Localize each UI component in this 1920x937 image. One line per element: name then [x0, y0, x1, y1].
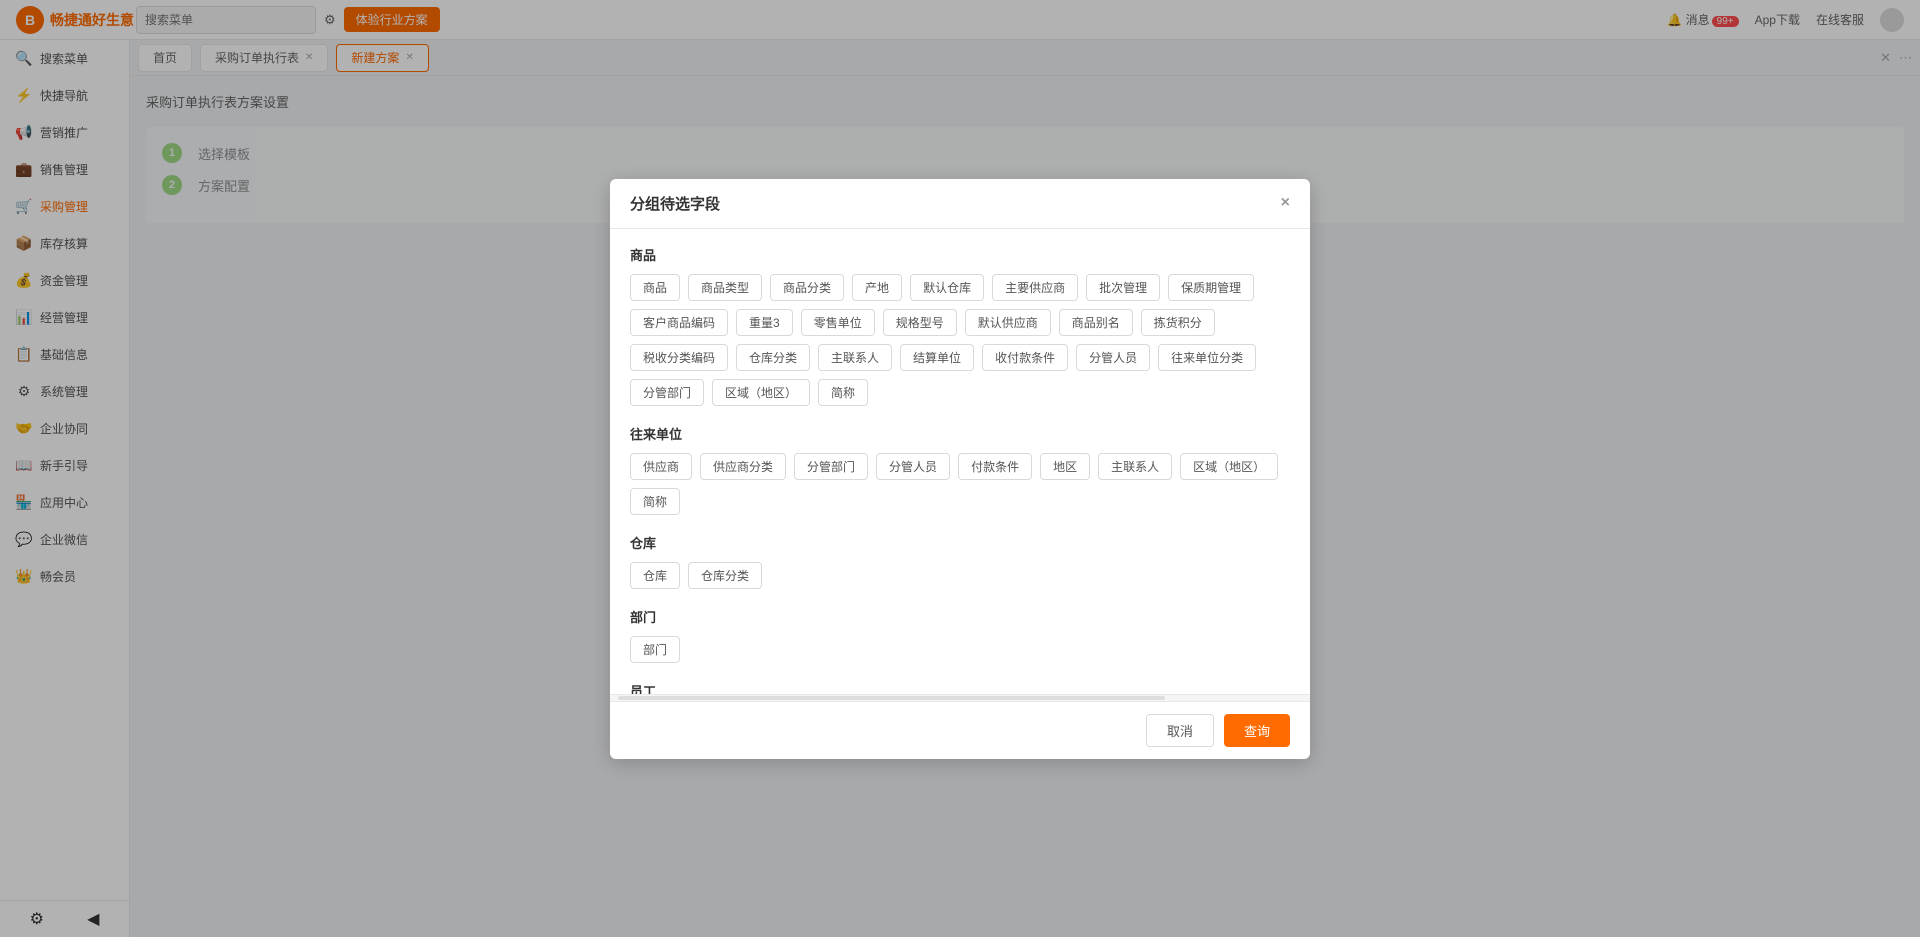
field-section-0: 商品商品商品类型商品分类产地默认仓库主要供应商批次管理保质期管理客户商品编码重量…: [630, 245, 1290, 406]
field-tag-1-7[interactable]: 区域（地区）: [1180, 453, 1278, 480]
field-tags-3: 部门: [630, 636, 1290, 663]
field-tag-0-14[interactable]: 拣货积分: [1141, 309, 1215, 336]
hscroll-bar: [618, 696, 1165, 700]
cancel-button[interactable]: 取消: [1146, 714, 1214, 747]
field-tags-0: 商品商品类型商品分类产地默认仓库主要供应商批次管理保质期管理客户商品编码重量3 零…: [630, 274, 1290, 406]
field-tag-0-2[interactable]: 商品分类: [770, 274, 844, 301]
field-tag-1-4[interactable]: 付款条件: [958, 453, 1032, 480]
field-tag-1-6[interactable]: 主联系人: [1098, 453, 1172, 480]
field-tag-0-16[interactable]: 仓库分类: [736, 344, 810, 371]
field-tag-0-13[interactable]: 商品别名: [1059, 309, 1133, 336]
field-tag-0-6[interactable]: 批次管理: [1086, 274, 1160, 301]
field-tag-0-15[interactable]: 税收分类编码: [630, 344, 728, 371]
field-tag-0-24[interactable]: 简称: [818, 379, 868, 406]
section-title-2: 仓库: [630, 533, 1290, 552]
field-tag-1-3[interactable]: 分管人员: [876, 453, 950, 480]
field-tag-0-7[interactable]: 保质期管理: [1168, 274, 1254, 301]
field-tag-0-5[interactable]: 主要供应商: [992, 274, 1078, 301]
field-tag-0-8[interactable]: 客户商品编码: [630, 309, 728, 336]
field-tag-1-0[interactable]: 供应商: [630, 453, 692, 480]
field-tag-1-1[interactable]: 供应商分类: [700, 453, 786, 480]
field-tag-2-0[interactable]: 仓库: [630, 562, 680, 589]
field-tag-0-17[interactable]: 主联系人: [818, 344, 892, 371]
field-section-3: 部门部门: [630, 607, 1290, 663]
modal-body: 商品商品商品类型商品分类产地默认仓库主要供应商批次管理保质期管理客户商品编码重量…: [610, 229, 1310, 695]
field-tag-1-5[interactable]: 地区: [1040, 453, 1090, 480]
field-tag-0-10[interactable]: 零售单位: [801, 309, 875, 336]
field-tag-2-1[interactable]: 仓库分类: [688, 562, 762, 589]
field-section-1: 往来单位供应商供应商分类分管部门分管人员付款条件地区主联系人区域（地区） 简称: [630, 424, 1290, 515]
field-tag-0-9[interactable]: 重量3: [736, 309, 793, 336]
field-tag-3-0[interactable]: 部门: [630, 636, 680, 663]
field-tag-0-11[interactable]: 规格型号: [883, 309, 957, 336]
confirm-button[interactable]: 查询: [1224, 714, 1290, 747]
field-tag-0-4[interactable]: 默认仓库: [910, 274, 984, 301]
field-tag-1-2[interactable]: 分管部门: [794, 453, 868, 480]
modal-footer: 取消 查询: [610, 701, 1310, 759]
section-title-1: 往来单位: [630, 424, 1290, 443]
field-tag-0-23[interactable]: 区域（地区）: [712, 379, 810, 406]
section-title-0: 商品: [630, 245, 1290, 264]
field-section-2: 仓库仓库仓库分类: [630, 533, 1290, 589]
field-tag-0-21[interactable]: 往来单位分类: [1158, 344, 1256, 371]
modal: 分组待选字段 × 商品商品商品类型商品分类产地默认仓库主要供应商批次管理保质期管…: [610, 179, 1310, 759]
modal-close-btn[interactable]: ×: [1281, 194, 1290, 212]
field-tag-0-20[interactable]: 分管人员: [1076, 344, 1150, 371]
modal-overlay: 分组待选字段 × 商品商品商品类型商品分类产地默认仓库主要供应商批次管理保质期管…: [0, 0, 1920, 937]
section-title-4: 员工: [630, 681, 1290, 695]
modal-title: 分组待选字段: [630, 193, 720, 214]
field-section-4: 员工业务员: [630, 681, 1290, 695]
field-tag-0-12[interactable]: 默认供应商: [965, 309, 1051, 336]
section-title-3: 部门: [630, 607, 1290, 626]
field-tag-1-8[interactable]: 简称: [630, 488, 680, 515]
field-tags-2: 仓库仓库分类: [630, 562, 1290, 589]
modal-header: 分组待选字段 ×: [610, 179, 1310, 229]
field-tags-1: 供应商供应商分类分管部门分管人员付款条件地区主联系人区域（地区） 简称: [630, 453, 1290, 515]
field-tag-0-3[interactable]: 产地: [852, 274, 902, 301]
field-tag-0-18[interactable]: 结算单位: [900, 344, 974, 371]
field-tag-0-22[interactable]: 分管部门: [630, 379, 704, 406]
field-tag-0-0[interactable]: 商品: [630, 274, 680, 301]
field-tag-0-1[interactable]: 商品类型: [688, 274, 762, 301]
field-tag-0-19[interactable]: 收付款条件: [982, 344, 1068, 371]
